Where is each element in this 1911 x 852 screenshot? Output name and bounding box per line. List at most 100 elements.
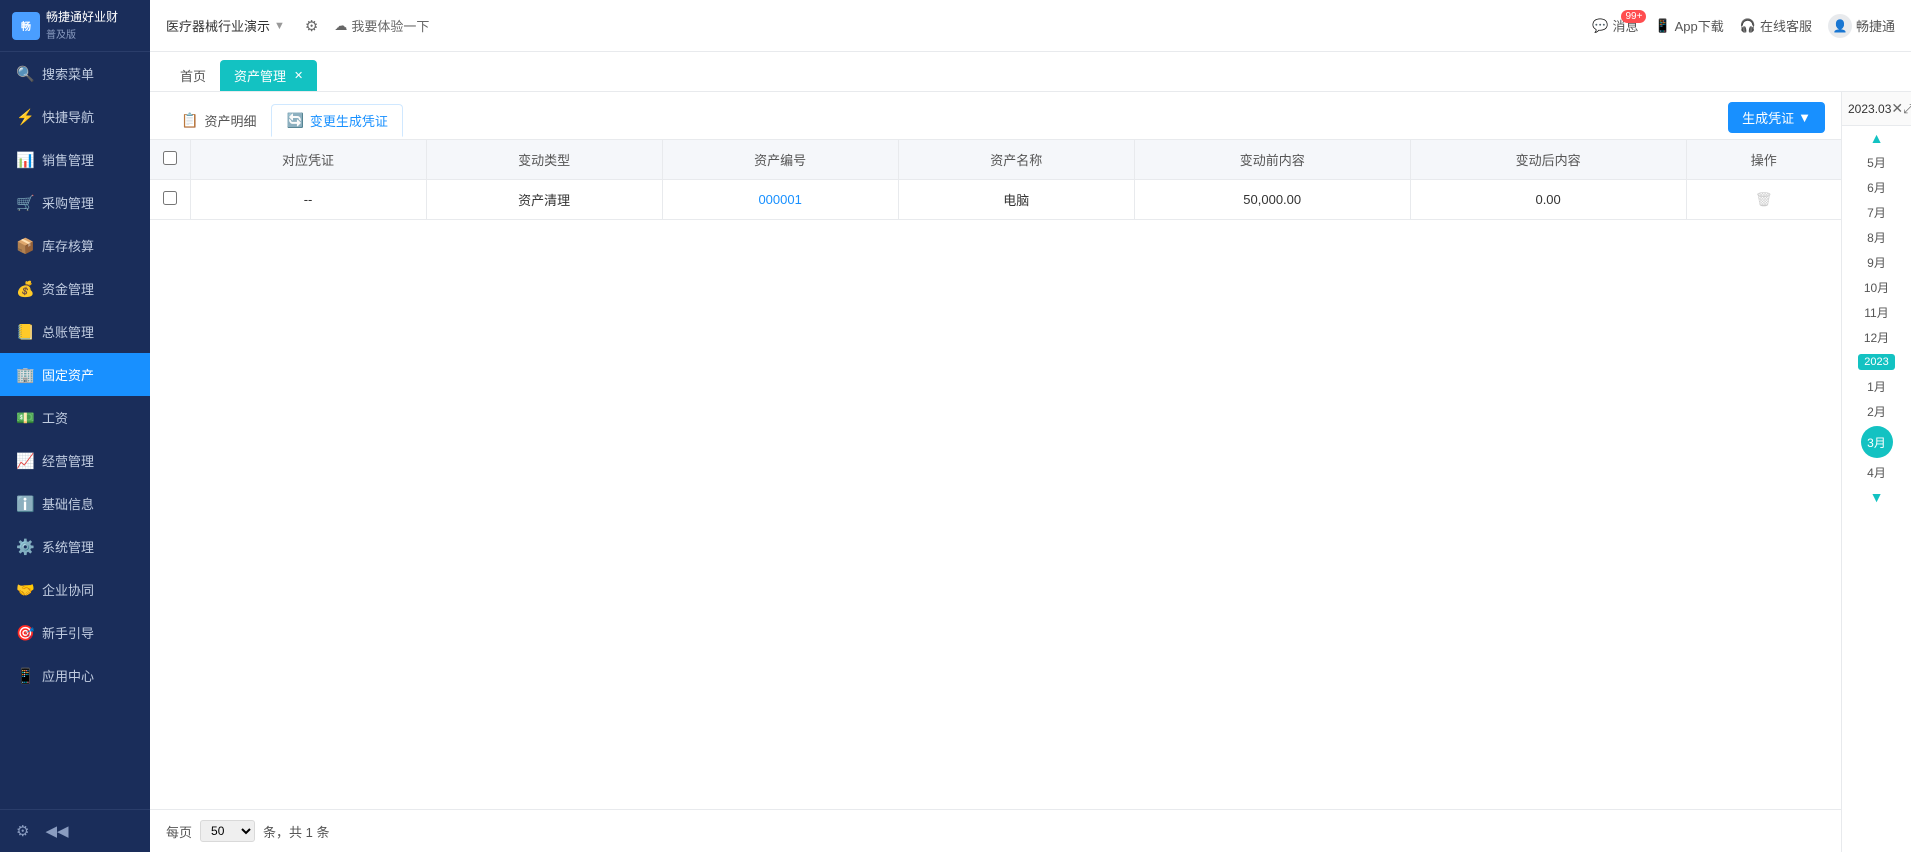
timeline-month-9[interactable]: 9月	[1842, 250, 1911, 275]
table-header-after-change: 变动后内容	[1410, 140, 1686, 180]
basicinfo-icon: ℹ️	[16, 495, 34, 513]
timeline-month-11[interactable]: 11月	[1842, 300, 1911, 325]
cloud-icon: ☁	[334, 18, 347, 34]
tab-home[interactable]: 首页	[166, 60, 220, 91]
enterprise-icon: 🤝	[16, 581, 34, 599]
expand-timeline-button[interactable]: ⤢	[1903, 101, 1911, 117]
table-wrapper: 对应凭证 变动类型 资产编号 资产名称 变动前内容 变动后内容 操作	[150, 140, 1841, 809]
row-change-type: 资产清理	[426, 180, 662, 220]
message-icon: 💬	[1592, 18, 1608, 34]
timeline-panel: 2023.03 ✕ ⤢ ▲ 5月 6月 7月 8月 9月 10月 11月 12月	[1841, 92, 1911, 852]
collapse-icon[interactable]: ◀◀	[45, 822, 68, 840]
sidebar-bottom: ⚙ ◀◀	[0, 809, 150, 852]
delete-icon[interactable]: 🗑	[1755, 191, 1773, 207]
table-header-before-change: 变动前内容	[1134, 140, 1410, 180]
sidebar-item-operations[interactable]: 📈 经营管理	[0, 439, 150, 482]
sidebar-item-basicinfo[interactable]: ℹ️ 基础信息	[0, 482, 150, 525]
gear-icon[interactable]: ⚙	[305, 17, 318, 35]
table-header-change-type: 变动类型	[426, 140, 662, 180]
timeline-month-10[interactable]: 10月	[1842, 275, 1911, 300]
logo-icon: 畅	[12, 12, 40, 40]
fixedasset-icon: 🏢	[16, 366, 34, 384]
timeline-month-12[interactable]: 12月	[1842, 325, 1911, 350]
tabs-bar: 首页 资产管理 ✕	[150, 52, 1911, 92]
newbie-icon: 🎯	[16, 624, 34, 642]
sidebar-item-newbie[interactable]: 🎯 新手引导	[0, 611, 150, 654]
table-footer: 每页 50 10 20 100 条，共 1 条	[150, 809, 1841, 852]
topbar: 医疗器械行业演示 ▼ ⚙ ☁ 我要体验一下 💬 消息 99+ 📱 App下载 🎧…	[150, 0, 1911, 52]
per-page-select[interactable]: 50 10 20 100	[200, 820, 255, 842]
phone-icon: 📱	[1654, 18, 1670, 34]
main-area: 医疗器械行业演示 ▼ ⚙ ☁ 我要体验一下 💬 消息 99+ 📱 App下载 🎧…	[150, 0, 1911, 852]
sidebar-item-sysmanage[interactable]: ⚙️ 系统管理	[0, 525, 150, 568]
row-checkbox[interactable]	[163, 191, 177, 205]
app-download-btn[interactable]: 📱 App下载	[1654, 16, 1723, 35]
timeline-month-1[interactable]: 1月	[1842, 374, 1911, 399]
timeline-month-7[interactable]: 7月	[1842, 200, 1911, 225]
inventory-icon: 📦	[16, 237, 34, 255]
sidebar: 畅 畅捷通好业财 普及版 🔍 搜索菜单 ⚡ 快捷导航 📊 销售管理 🛒 采购管理…	[0, 0, 150, 852]
total-count-label: 条，共 1 条	[263, 822, 329, 841]
salary-icon: 💵	[16, 409, 34, 427]
timeline-month-2[interactable]: 2月	[1842, 399, 1911, 424]
sidebar-item-purchase[interactable]: 🛒 采购管理	[0, 181, 150, 224]
subtab-change-voucher[interactable]: 🔄 变更生成凭证	[271, 104, 402, 137]
sidebar-item-ledger[interactable]: 📒 总账管理	[0, 310, 150, 353]
row-checkbox-cell	[150, 180, 190, 220]
appcenter-icon: 📱	[16, 667, 34, 685]
row-operation: 🗑	[1686, 180, 1841, 220]
close-timeline-button[interactable]: ✕	[1891, 100, 1903, 117]
sidebar-nav: 🔍 搜索菜单 ⚡ 快捷导航 📊 销售管理 🛒 采购管理 📦 库存核算 💰 资金管…	[0, 52, 150, 809]
row-voucher: --	[190, 180, 426, 220]
sidebar-item-search[interactable]: 🔍 搜索菜单	[0, 52, 150, 95]
table-header-operation: 操作	[1686, 140, 1841, 180]
generate-voucher-button[interactable]: 生成凭证 ▼	[1728, 102, 1825, 133]
sidebar-item-inventory[interactable]: 📦 库存核算	[0, 224, 150, 267]
sidebar-item-funds[interactable]: 💰 资金管理	[0, 267, 150, 310]
tab-close-icon[interactable]: ✕	[294, 69, 303, 82]
headset-icon: 🎧	[1740, 18, 1756, 34]
user-profile-btn[interactable]: 👤 畅捷通	[1828, 14, 1895, 38]
dropdown-arrow-icon: ▼	[1798, 110, 1811, 125]
row-asset-code: 000001	[662, 180, 898, 220]
chevron-down-icon: ▼	[274, 20, 285, 32]
timeline-month-3-active[interactable]: 3月	[1861, 426, 1893, 458]
experience-btn[interactable]: ☁ 我要体验一下	[334, 16, 429, 35]
sidebar-item-enterprise[interactable]: 🤝 企业协同	[0, 568, 150, 611]
sysmanage-icon: ⚙️	[16, 538, 34, 556]
sidebar-item-sales[interactable]: 📊 销售管理	[0, 138, 150, 181]
year-2023-label: 2023	[1858, 354, 1894, 370]
messages-btn[interactable]: 💬 消息 99+	[1592, 16, 1638, 35]
table-header-voucher: 对应凭证	[190, 140, 426, 180]
sidebar-item-appcenter[interactable]: 📱 应用中心	[0, 654, 150, 697]
sidebar-item-salary[interactable]: 💵 工资	[0, 396, 150, 439]
content-main: 📋 资产明细 🔄 变更生成凭证 生成凭证 ▼	[150, 92, 1841, 852]
timeline-month-4[interactable]: 4月	[1842, 460, 1911, 485]
list-icon: 📋	[181, 112, 198, 129]
timeline-scroll-down[interactable]: ▼	[1842, 485, 1911, 509]
table-header-asset-name: 资产名称	[898, 140, 1134, 180]
company-selector[interactable]: 医疗器械行业演示 ▼	[166, 16, 285, 35]
table-row: -- 资产清理 000001 电脑 50,000.00 0.00 🗑	[150, 180, 1841, 220]
row-before-change: 50,000.00	[1134, 180, 1410, 220]
subtab-asset-detail[interactable]: 📋 资产明细	[166, 104, 271, 137]
subtabs: 📋 资产明细 🔄 变更生成凭证 生成凭证 ▼	[150, 92, 1841, 140]
table-header-checkbox	[150, 140, 190, 180]
timeline-scroll-up[interactable]: ▲	[1842, 126, 1911, 150]
change-icon: 🔄	[286, 112, 303, 129]
settings-icon[interactable]: ⚙	[16, 822, 29, 840]
sidebar-item-fixedasset[interactable]: 🏢 固定资产	[0, 353, 150, 396]
subtab-actions: 生成凭证 ▼	[1728, 102, 1825, 139]
ledger-icon: 📒	[16, 323, 34, 341]
tab-asset-mgmt[interactable]: 资产管理 ✕	[220, 60, 317, 91]
purchase-icon: 🛒	[16, 194, 34, 212]
sidebar-item-quicknav[interactable]: ⚡ 快捷导航	[0, 95, 150, 138]
data-table: 对应凭证 变动类型 资产编号 资产名称 变动前内容 变动后内容 操作	[150, 140, 1841, 220]
timeline-month-6[interactable]: 6月	[1842, 175, 1911, 200]
year-2023-label-wrap: 2023	[1842, 350, 1911, 374]
online-service-btn[interactable]: 🎧 在线客服	[1740, 16, 1812, 35]
select-all-checkbox[interactable]	[163, 151, 177, 165]
table-header-asset-code: 资产编号	[662, 140, 898, 180]
timeline-month-5[interactable]: 5月	[1842, 150, 1911, 175]
timeline-month-8[interactable]: 8月	[1842, 225, 1911, 250]
